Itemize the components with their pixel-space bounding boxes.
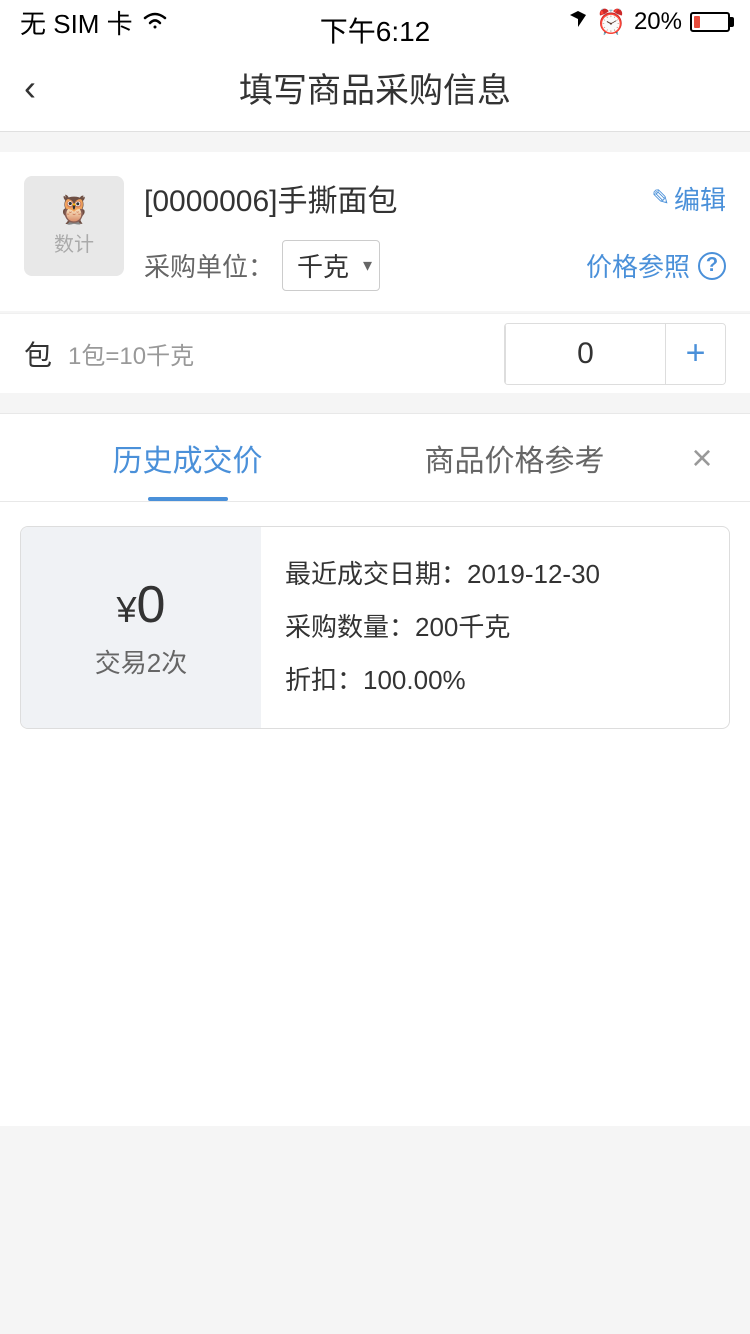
purchase-qty-value: 200千克 [415,612,510,642]
battery-percent: 20% [634,8,682,36]
tab-history-label: 历史成交价 [113,436,263,480]
battery-icon-container [690,12,730,32]
latest-date-value: 2019-12-30 [467,559,600,589]
product-full-name: [0000006]手撕面包 [144,176,397,220]
pkg-label: 包 [24,334,52,374]
page-title: 填写商品采购信息 [239,63,511,112]
discount-label: 折扣： [285,665,363,695]
edit-button[interactable]: ✎ 编辑 [652,180,726,217]
location-icon [568,8,588,36]
product-logo-icon: 🦉 [57,196,92,224]
price-ref-label: 价格参照 [586,247,690,284]
alarm-icon: ⏰ [596,8,626,37]
tabs-container: 历史成交价 商品价格参考 × ¥0 交易2次 最近成交日期：2019-12-30 [0,413,750,1126]
history-price-value: ¥0 [117,575,166,635]
currency-symbol: ¥ [117,589,137,630]
history-price-section: ¥0 交易2次 [21,527,261,728]
unit-label: 采购单位： [144,247,274,284]
discount-value: 100.00% [363,665,466,695]
close-icon: × [691,437,712,479]
pkg-unit-hint: 1包=10千克 [68,336,194,371]
tab-content-area: ¥0 交易2次 最近成交日期：2019-12-30 采购数量：200千克 折扣：… [0,526,750,1126]
carrier-text: 无 SIM 卡 [20,4,133,41]
product-card: 🦉 数计 [0000006]手撕面包 ✎ 编辑 采购单位： 千克 ▾ 价格参照 … [0,152,750,311]
status-right: ⏰ 20% [568,8,730,37]
latest-date-label: 最近成交日期： [285,559,467,589]
edit-label: 编辑 [674,180,726,217]
quantity-section: 包 1包=10千克 0 + [0,313,750,393]
back-chevron-icon: ‹ [24,67,36,109]
status-left: 无 SIM 卡 [20,4,169,41]
back-button[interactable]: ‹ [24,67,36,109]
edit-icon: ✎ [652,185,670,211]
tab-history-price[interactable]: 历史成交价 [24,414,351,501]
status-bar: 无 SIM 卡 下午6:12 ⏰ 20% [0,0,750,44]
help-icon: ? [698,252,726,280]
unit-select-wrapper[interactable]: 千克 ▾ [282,240,380,291]
tab-close-button[interactable]: × [678,434,726,482]
nav-bar: ‹ 填写商品采购信息 [0,44,750,132]
history-card: ¥0 交易2次 最近成交日期：2019-12-30 采购数量：200千克 折扣：… [20,526,730,729]
price-reference-button[interactable]: 价格参照 ? [586,247,726,284]
discount-row: 折扣：100.00% [285,661,705,700]
history-detail-section: 最近成交日期：2019-12-30 采购数量：200千克 折扣：100.00% [261,527,729,728]
history-trade-count: 交易2次 [95,643,187,680]
tab-active-underline [148,497,228,501]
latest-date-row: 最近成交日期：2019-12-30 [285,555,705,594]
quantity-plus-button[interactable]: + [665,324,725,384]
price-number: 0 [137,576,166,634]
tab-price-ref-label: 商品价格参考 [425,436,605,480]
quantity-input[interactable]: 0 [505,324,665,384]
purchase-qty-label: 采购数量： [285,612,415,642]
product-info: [0000006]手撕面包 ✎ 编辑 采购单位： 千克 ▾ 价格参照 ? [144,176,726,291]
tab-product-price-ref[interactable]: 商品价格参考 [351,414,678,501]
wifi-icon [141,7,169,38]
unit-dropdown-arrow-icon: ▾ [363,255,372,276]
purchase-qty-row: 采购数量：200千克 [285,608,705,647]
product-image: 🦉 数计 [24,176,124,276]
product-logo-label: 数计 [54,228,94,257]
tabs-header: 历史成交价 商品价格参考 × [0,414,750,502]
quantity-control: 0 + [504,323,726,385]
